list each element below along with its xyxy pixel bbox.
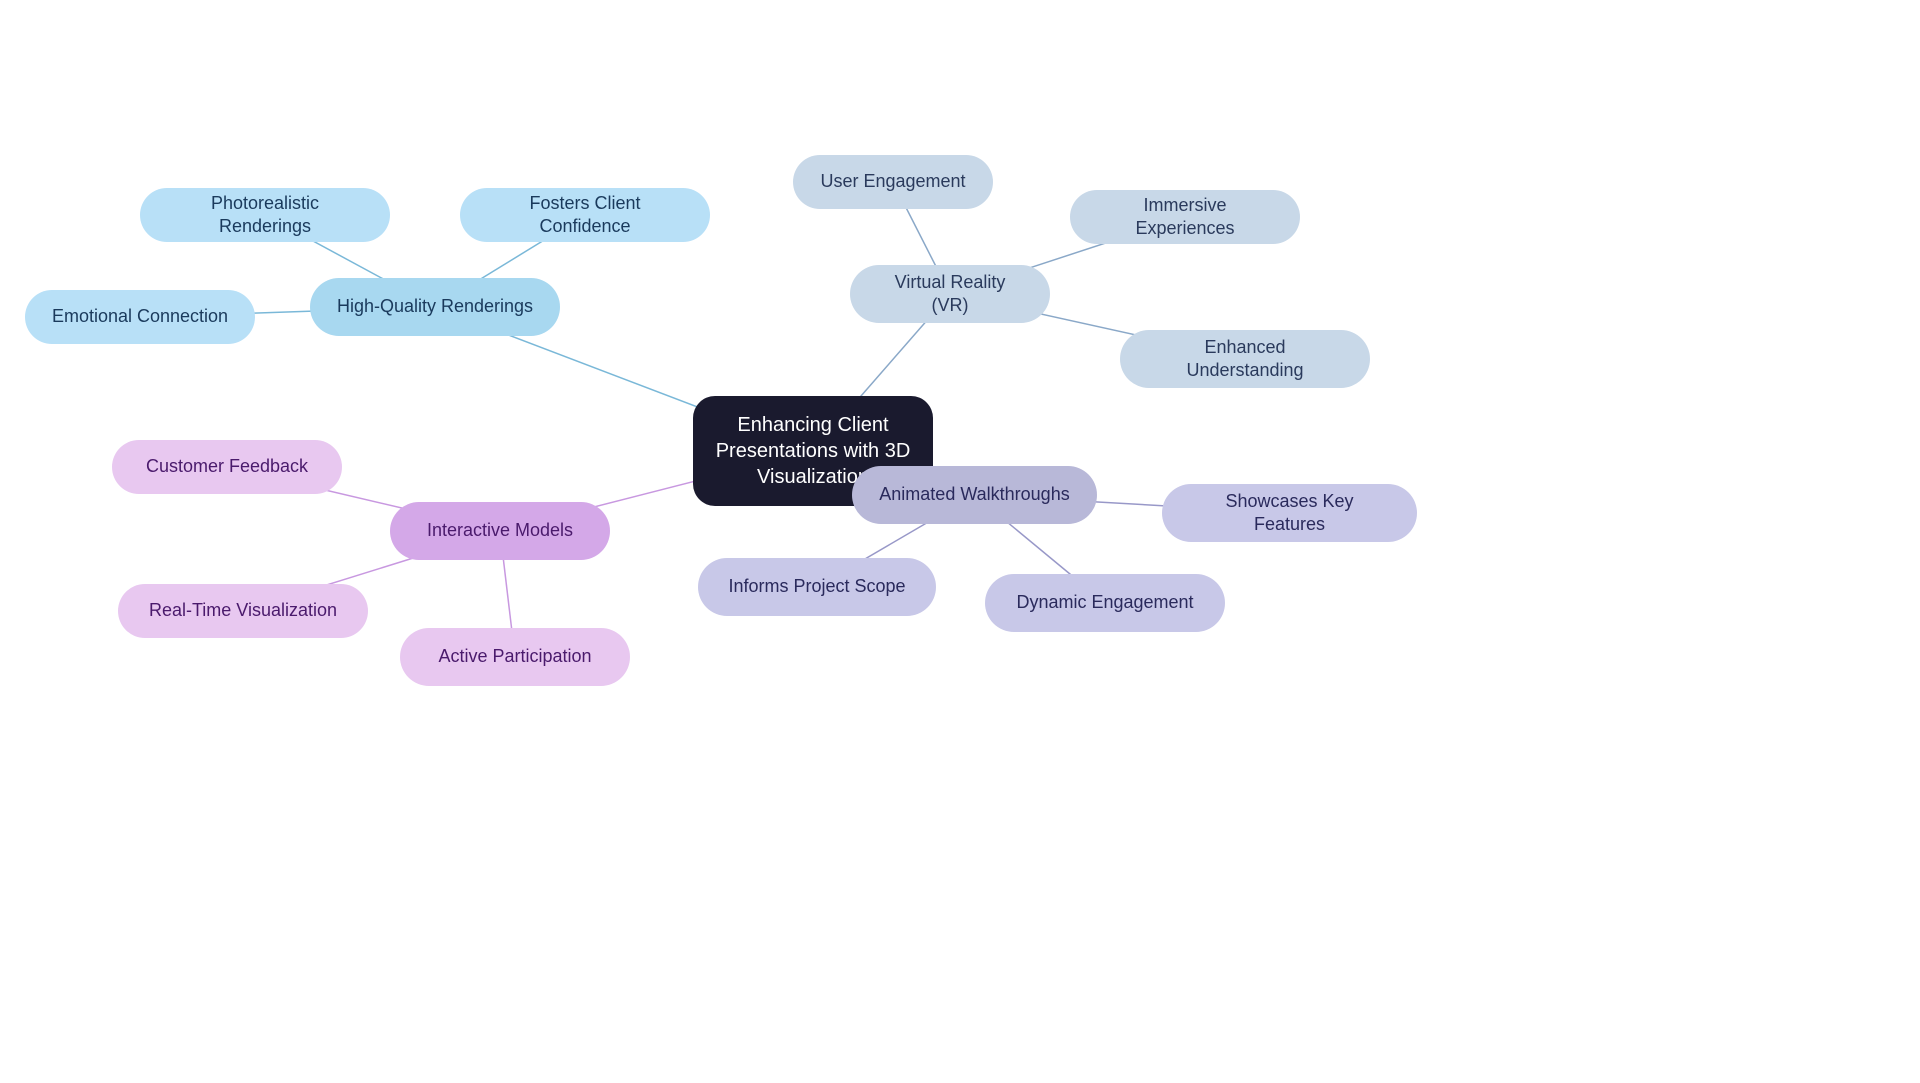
fosters-node[interactable]: Fosters Client Confidence xyxy=(460,188,710,242)
showcases-node[interactable]: Showcases Key Features xyxy=(1162,484,1417,542)
informs-node[interactable]: Informs Project Scope xyxy=(698,558,936,616)
interactive-node[interactable]: Interactive Models xyxy=(390,502,610,560)
immersive-node[interactable]: Immersive Experiences xyxy=(1070,190,1300,244)
dynamic-node[interactable]: Dynamic Engagement xyxy=(985,574,1225,632)
active-node[interactable]: Active Participation xyxy=(400,628,630,686)
customer-feedback-node[interactable]: Customer Feedback xyxy=(112,440,342,494)
high-quality-node[interactable]: High-Quality Renderings xyxy=(310,278,560,336)
enhanced-node[interactable]: Enhanced Understanding xyxy=(1120,330,1370,388)
emotional-node[interactable]: Emotional Connection xyxy=(25,290,255,344)
animated-node[interactable]: Animated Walkthroughs xyxy=(852,466,1097,524)
real-time-node[interactable]: Real-Time Visualization xyxy=(118,584,368,638)
photorealistic-node[interactable]: Photorealistic Renderings xyxy=(140,188,390,242)
virtual-reality-node[interactable]: Virtual Reality (VR) xyxy=(850,265,1050,323)
user-engagement-node[interactable]: User Engagement xyxy=(793,155,993,209)
